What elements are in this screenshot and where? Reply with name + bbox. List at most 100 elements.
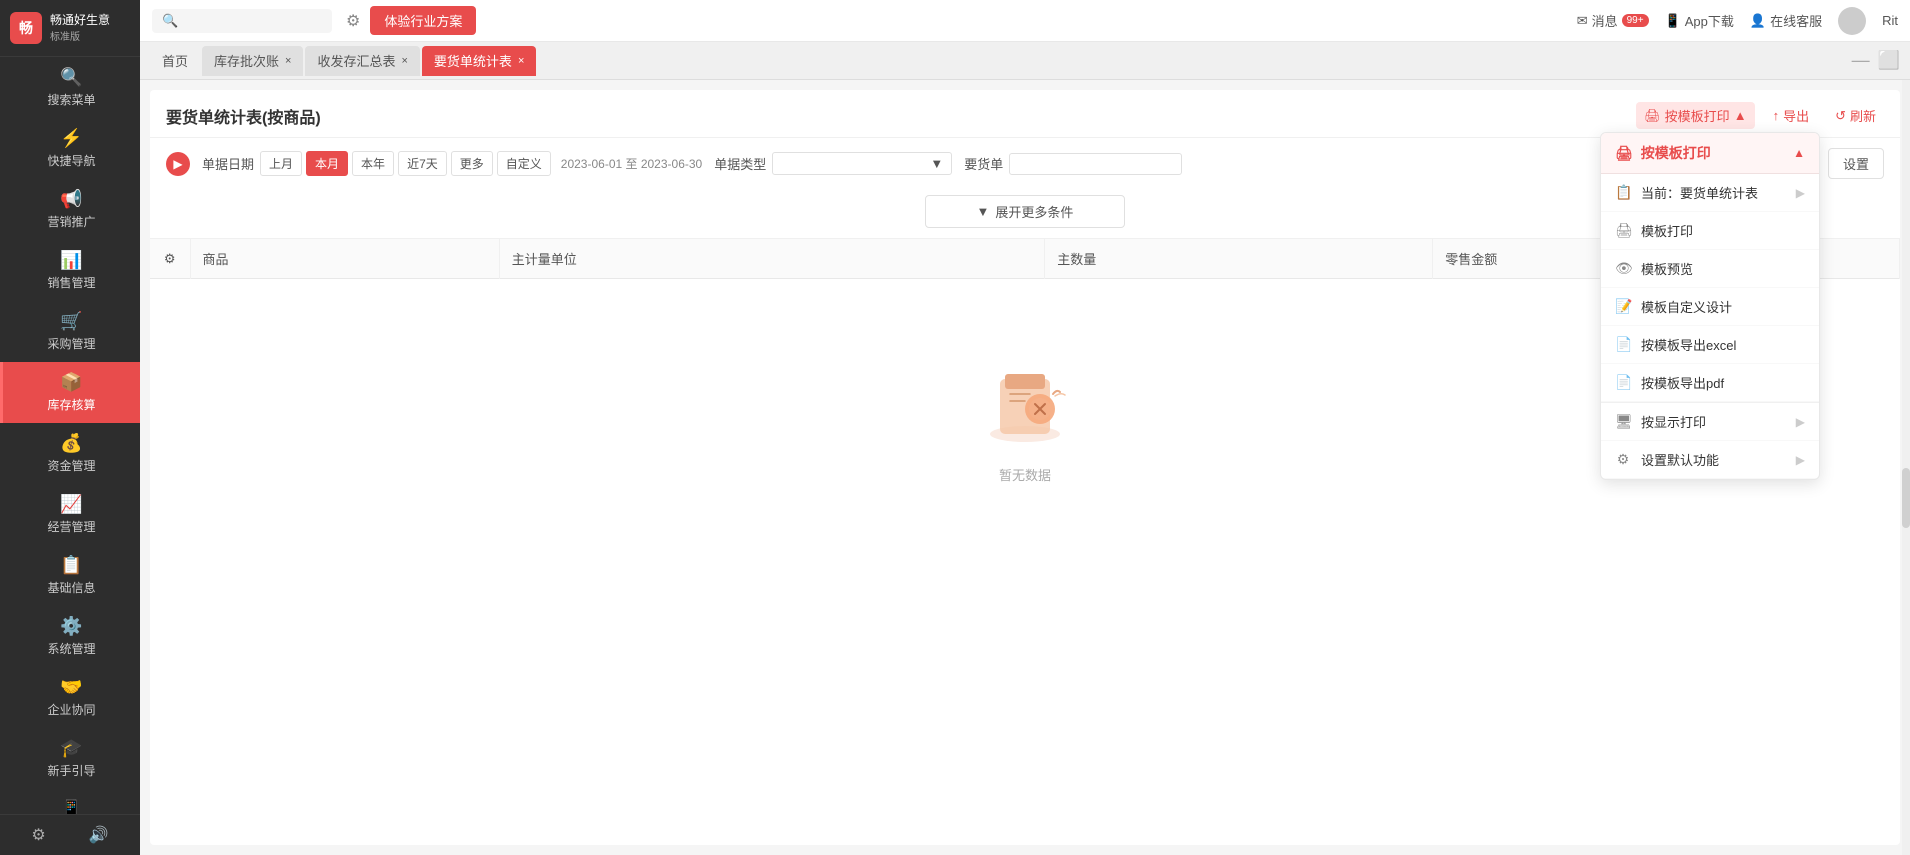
date-filter-group: 单据日期 上月 本月 本年 近7天 更多 自定义 2023-06-01 至 20… (202, 151, 702, 176)
trial-button[interactable]: 体验行业方案 (370, 6, 476, 35)
dropdown-template-preview[interactable]: 👁 模板预览 (1601, 250, 1819, 288)
type-label: 单据类型 (714, 154, 766, 173)
tab-collection-close[interactable]: × (401, 55, 407, 67)
dropdown-print-icon: 🖨 (1615, 145, 1633, 162)
sidebar-item-sales[interactable]: 📊 销售管理 (0, 240, 140, 301)
app-download-item[interactable]: 📱 App下载 (1665, 11, 1734, 30)
order-filter-group: 要货单 (964, 153, 1182, 175)
right-scrollbar (1902, 80, 1910, 855)
window-maximize[interactable]: ⬜ (1878, 50, 1900, 71)
current-icon: 📋 (1615, 184, 1631, 201)
order-input[interactable] (1018, 157, 1173, 171)
topbar-right: ✉ 消息 99+ 📱 App下载 👤 在线客服 Rit (1577, 7, 1898, 35)
sidebar-item-operation[interactable]: 📈 经营管理 (0, 484, 140, 545)
col-settings[interactable]: ⚙ (150, 239, 190, 279)
template-print-icon: 🖨 (1615, 222, 1631, 239)
sidebar-item-search[interactable]: 🔍 搜索菜单 (0, 57, 140, 118)
export-btn[interactable]: ↑ 导出 (1765, 102, 1818, 129)
sidebar-item-purchase[interactable]: 🛒 采购管理 (0, 301, 140, 362)
scrollbar-thumb[interactable] (1902, 468, 1910, 528)
col-unit: 主计量单位 (499, 239, 1045, 279)
print-icon: 🖨 (1644, 108, 1661, 124)
date-last7[interactable]: 近7天 (398, 151, 447, 176)
date-current-month[interactable]: 本月 (306, 151, 348, 176)
tab-batch[interactable]: 库存批次账 × (202, 46, 303, 76)
settings-button[interactable]: 设置 (1828, 148, 1884, 179)
sidebar-label-search: 搜索菜单 (47, 91, 95, 108)
sidebar-item-apps[interactable]: 📱 应用中心 (0, 789, 140, 814)
template-pdf-label: 按模板导出pdf (1641, 373, 1724, 392)
tab-collection[interactable]: 收发存汇总表 × (305, 46, 419, 76)
content-area: 要货单统计表(按商品) 🖨 按模板打印 ▲ ↑ 导出 ↺ 刷新 (140, 80, 1910, 855)
display-print-label: 按显示打印 (1641, 412, 1706, 431)
sidebar-bottom: ⚙ 🔊 (0, 814, 140, 855)
empty-text: 暂无数据 (999, 465, 1051, 484)
col-product: 商品 (190, 239, 499, 279)
logo-icon: 畅 (10, 12, 42, 44)
basic-icon: 📋 (60, 555, 82, 576)
sidebar-item-finance[interactable]: 💰 资金管理 (0, 423, 140, 484)
sidebar-item-corp[interactable]: 🤝 企业协同 (0, 667, 140, 728)
date-more[interactable]: 更多 (451, 151, 493, 176)
dropdown-title: 🖨 按模板打印 (1615, 143, 1711, 163)
main-content: 🔍 ⚙ 体验行业方案 ✉ 消息 99+ 📱 App下载 👤 在线客服 Rit (140, 0, 1910, 855)
messages-item[interactable]: ✉ 消息 99+ (1577, 11, 1649, 30)
sidebar-item-system[interactable]: ⚙️ 系统管理 (0, 606, 140, 667)
dropdown-template-print[interactable]: 🖨 模板打印 (1601, 212, 1819, 250)
print-label: 按模板打印 (1665, 106, 1730, 125)
date-current-year[interactable]: 本年 (352, 151, 394, 176)
purchase-icon: 🛒 (60, 311, 82, 332)
type-select[interactable]: ▼ (772, 152, 952, 175)
dropdown-template-design[interactable]: 📝 模板自定义设计 (1601, 288, 1819, 326)
print-template-btn[interactable]: 🖨 按模板打印 ▲ (1636, 102, 1754, 129)
tabbar: 首页 库存批次账 × 收发存汇总表 × 要货单统计表 × — ⬜ (140, 42, 1910, 80)
sidebar-item-inventory[interactable]: 📦 库存核算 (0, 362, 140, 423)
sidebar-item-marketing[interactable]: 📢 营销推广 (0, 179, 140, 240)
quick-icon: ⚡ (60, 128, 82, 149)
dropdown-template-excel[interactable]: 📄 按模板导出excel (1601, 326, 1819, 364)
dropdown-default-func[interactable]: ⚙ 设置默认功能 ▶ (1601, 441, 1819, 479)
sidebar: 畅 畅通好生意 标准版 🔍 搜索菜单 ⚡ 快捷导航 📢 营销推广 📊 销售管理 … (0, 0, 140, 855)
dropdown-chevron[interactable]: ▲ (1793, 146, 1805, 160)
window-controls: — ⬜ (1852, 50, 1900, 71)
logo-text-group: 畅通好生意 标准版 (50, 13, 110, 44)
filter-expand-icon[interactable]: ▶ (166, 152, 190, 176)
dropdown-current[interactable]: 📋 当前：要货单统计表 ▶ (1601, 174, 1819, 212)
tab-order-stat[interactable]: 要货单统计表 × (422, 46, 536, 76)
sidebar-item-basic[interactable]: 📋 基础信息 (0, 545, 140, 606)
sidebar-item-guide[interactable]: 🎓 新手引导 (0, 728, 140, 789)
tab-order-stat-label: 要货单统计表 (434, 51, 512, 70)
settings-icon[interactable]: ⚙ (31, 825, 45, 845)
expand-more-icon: ▼ (977, 204, 990, 219)
refresh-btn[interactable]: ↺ 刷新 (1827, 102, 1884, 129)
sidebar-item-quick[interactable]: ⚡ 快捷导航 (0, 118, 140, 179)
speaker-icon[interactable]: 🔊 (89, 825, 109, 845)
search-input[interactable] (184, 14, 304, 28)
online-service-item[interactable]: 👤 在线客服 (1750, 11, 1822, 30)
tab-batch-close[interactable]: × (285, 55, 291, 67)
topbar: 🔍 ⚙ 体验行业方案 ✉ 消息 99+ 📱 App下载 👤 在线客服 Rit (140, 0, 1910, 42)
sidebar-label-operation: 经营管理 (47, 518, 95, 535)
sidebar-label-inventory: 库存核算 (47, 396, 95, 413)
date-custom[interactable]: 自定义 (497, 151, 551, 176)
logo-badge: 标准版 (50, 28, 110, 43)
type-select-arrow: ▼ (930, 156, 943, 171)
sidebar-label-system: 系统管理 (47, 640, 95, 657)
expand-more-btn[interactable]: ▼ 展开更多条件 (925, 195, 1125, 228)
dropdown-template-pdf[interactable]: 📄 按模板导出pdf (1601, 364, 1819, 402)
message-icon: ✉ (1577, 13, 1588, 29)
order-input-wrapper (1009, 153, 1182, 175)
export-icon: ↑ (1773, 108, 1780, 123)
date-prev-month[interactable]: 上月 (260, 151, 302, 176)
tab-home[interactable]: 首页 (150, 45, 200, 76)
window-minimize[interactable]: — (1852, 50, 1870, 71)
finance-icon: 💰 (60, 433, 82, 454)
marketing-icon: 📢 (60, 189, 82, 210)
template-preview-label: 模板预览 (1641, 259, 1693, 278)
order-label: 要货单 (964, 154, 1003, 173)
tab-order-stat-close[interactable]: × (518, 55, 524, 67)
dropdown-display-print[interactable]: 🖥 按显示打印 ▶ (1601, 403, 1819, 441)
corp-icon: 🤝 (60, 677, 82, 698)
topbar-gear-icon[interactable]: ⚙ (346, 11, 360, 31)
sidebar-label-sales: 销售管理 (47, 274, 95, 291)
